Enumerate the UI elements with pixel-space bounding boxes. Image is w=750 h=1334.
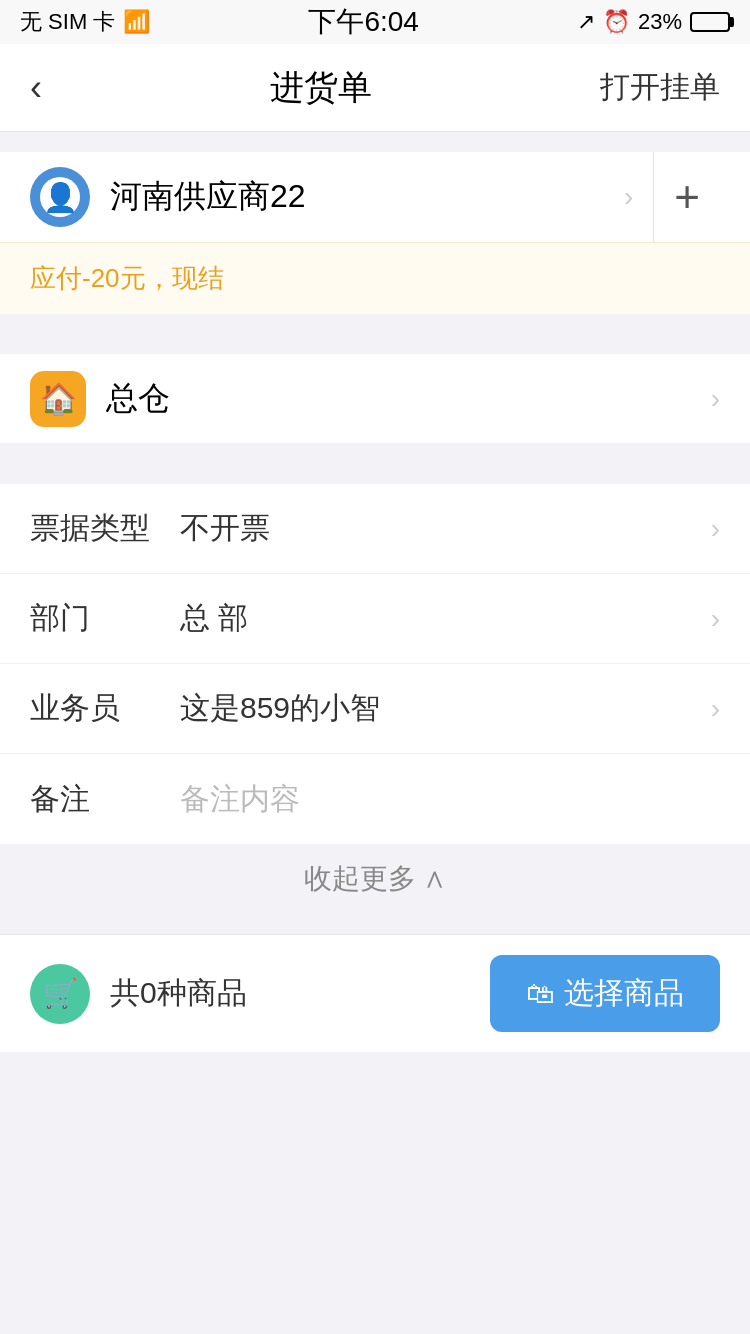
invoice-type-row[interactable]: 票据类型 不开票 ›: [0, 484, 750, 574]
warehouse-chevron-icon: ›: [711, 383, 720, 415]
department-label: 部门: [30, 598, 170, 639]
supplier-name: 河南供应商22: [110, 175, 604, 219]
section-gap-3: [0, 444, 750, 464]
select-product-label: 选择商品: [564, 973, 684, 1014]
invoice-type-chevron-icon: ›: [711, 513, 720, 545]
department-value: 总 部: [170, 598, 711, 639]
remark-label: 备注: [30, 779, 170, 820]
status-bar: 无 SIM 卡 📶 下午6:04 ↗ ⏰ 23%: [0, 0, 750, 44]
collapse-label: 收起更多 ∧: [304, 860, 447, 898]
supplier-section: 👤 河南供应商22 › +: [0, 152, 750, 242]
remark-row[interactable]: 备注 备注内容: [0, 754, 750, 844]
collapse-row[interactable]: 收起更多 ∧: [0, 844, 750, 914]
salesperson-label: 业务员: [30, 688, 170, 729]
alarm-icon: ⏰: [603, 9, 630, 35]
status-bar-right: ↗ ⏰ 23%: [577, 9, 730, 35]
nav-bar: ‹ 进货单 打开挂单: [0, 44, 750, 132]
salesperson-value: 这是859的小智: [170, 688, 711, 729]
form-section: 票据类型 不开票 › 部门 总 部 › 业务员 这是859的小智 › 备注 备注…: [0, 484, 750, 844]
section-gap-2: [0, 314, 750, 334]
open-pending-button[interactable]: 打开挂单: [600, 67, 720, 108]
select-product-button[interactable]: 🛍 选择商品: [490, 955, 720, 1032]
warehouse-section: 🏠 总仓 ›: [0, 354, 750, 444]
page-title: 进货单: [270, 65, 372, 111]
department-row[interactable]: 部门 总 部 ›: [0, 574, 750, 664]
supplier-row[interactable]: 👤 河南供应商22 ›: [30, 152, 654, 242]
select-product-icon: 🛍: [526, 977, 554, 1010]
avatar-inner: 👤: [40, 177, 80, 217]
back-button[interactable]: ‹: [30, 67, 42, 109]
warehouse-label: 总仓: [106, 377, 711, 421]
status-bar-time: 下午6:04: [308, 3, 419, 41]
main-content: 👤 河南供应商22 › + 应付-20元，现结 🏠 总仓 › 票据类型 不开票 …: [0, 132, 750, 1052]
location-icon: ↗: [577, 9, 595, 35]
carrier-label: 无 SIM 卡: [20, 7, 115, 37]
wifi-icon: 📶: [123, 9, 150, 35]
section-gap-1: [0, 132, 750, 152]
remark-value: 备注内容: [170, 779, 720, 820]
bottom-bar: 🛒 共0种商品 🛍 选择商品: [0, 934, 750, 1052]
add-supplier-button[interactable]: +: [654, 172, 720, 222]
battery-icon: [690, 12, 730, 32]
battery-pct: 23%: [638, 9, 682, 35]
department-chevron-icon: ›: [711, 603, 720, 635]
invoice-type-value: 不开票: [170, 508, 711, 549]
warehouse-icon: 🏠: [30, 371, 86, 427]
product-icon: 🛒: [30, 964, 90, 1024]
product-count-label: 共0种商品: [110, 973, 490, 1014]
notice-text: 应付-20元，现结: [30, 263, 224, 293]
salesperson-row[interactable]: 业务员 这是859的小智 ›: [0, 664, 750, 754]
person-icon: 👤: [43, 181, 78, 214]
salesperson-chevron-icon: ›: [711, 693, 720, 725]
warehouse-row[interactable]: 🏠 总仓 ›: [0, 354, 750, 444]
supplier-chevron-icon: ›: [624, 181, 633, 213]
notice-banner: 应付-20元，现结: [0, 242, 750, 314]
invoice-type-label: 票据类型: [30, 508, 170, 549]
supplier-avatar: 👤: [30, 167, 90, 227]
section-gap-4: [0, 914, 750, 934]
status-bar-left: 无 SIM 卡 📶: [20, 7, 150, 37]
